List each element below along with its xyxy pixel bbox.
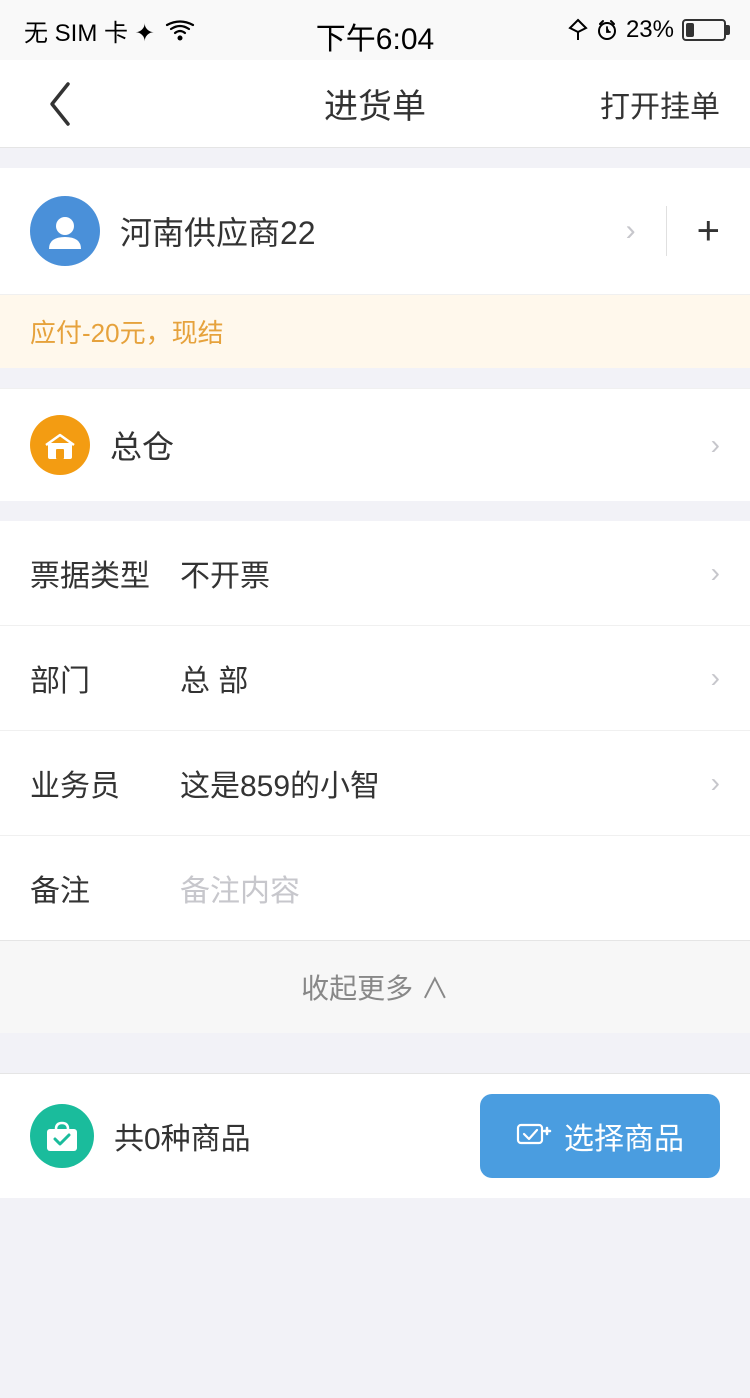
- collapse-bar[interactable]: 收起更多 ∧: [0, 940, 750, 1033]
- select-product-button[interactable]: 选择商品: [480, 1094, 720, 1178]
- nav-title: 进货单: [324, 79, 426, 128]
- supplier-row[interactable]: 河南供应商22 › +: [0, 168, 750, 295]
- supplier-avatar: [30, 196, 100, 266]
- status-right: 23%: [568, 16, 726, 44]
- dept-chevron-icon: ›: [711, 662, 720, 694]
- invoice-chevron-icon: ›: [711, 557, 720, 589]
- invoice-row[interactable]: 票据类型 不开票 ›: [0, 521, 750, 626]
- status-left: 无 SIM 卡 ✦: [24, 13, 195, 48]
- sim-label: 无 SIM 卡 ✦: [24, 13, 155, 48]
- add-supplier-button[interactable]: +: [697, 209, 720, 254]
- product-icon: [30, 1104, 94, 1168]
- section-gap-1: [0, 148, 750, 168]
- battery-indicator: [682, 19, 726, 41]
- warehouse-section: 总仓 ›: [0, 388, 750, 501]
- alarm-icon: [596, 19, 618, 41]
- section-gap-3: [0, 1033, 750, 1053]
- supplier-section: 河南供应商22 › + 应付-20元，现结: [0, 168, 750, 368]
- collapse-label: 收起更多 ∧: [301, 973, 449, 1004]
- invoice-value: 不开票: [160, 551, 701, 595]
- wifi-icon: [165, 19, 195, 41]
- invoice-label: 票据类型: [30, 551, 160, 595]
- warehouse-chevron-icon: ›: [711, 429, 720, 461]
- sales-chevron-icon: ›: [711, 767, 720, 799]
- supplier-name: 河南供应商22: [120, 208, 626, 254]
- open-pending-button[interactable]: 打开挂单: [600, 82, 720, 126]
- select-product-label: 选择商品: [564, 1114, 684, 1158]
- section-gap-2: [0, 368, 750, 388]
- status-time: 下午6:04: [316, 14, 434, 58]
- warehouse-icon: [30, 415, 90, 475]
- back-button[interactable]: [30, 74, 90, 134]
- battery-percent: 23%: [626, 16, 674, 44]
- status-bar: 无 SIM 卡 ✦ 下午6:04 23%: [0, 0, 750, 60]
- select-product-icon: [516, 1121, 552, 1151]
- supplier-chevron-icon: ›: [626, 214, 636, 248]
- supplier-divider: [666, 206, 667, 256]
- warehouse-name: 总仓: [110, 422, 711, 468]
- sales-row[interactable]: 业务员 这是859的小智 ›: [0, 731, 750, 836]
- page-background: [0, 1198, 750, 1398]
- remark-input[interactable]: 备注内容: [160, 866, 720, 910]
- dept-row[interactable]: 部门 总 部 ›: [0, 626, 750, 731]
- location-icon: [568, 18, 588, 42]
- product-count-label: 共0种商品: [114, 1114, 480, 1158]
- bottom-bar: 共0种商品 选择商品: [0, 1073, 750, 1198]
- warehouse-row[interactable]: 总仓 ›: [0, 388, 750, 501]
- nav-bar: 进货单 打开挂单: [0, 60, 750, 148]
- dept-label: 部门: [30, 656, 160, 700]
- form-section: 票据类型 不开票 › 部门 总 部 › 业务员 这是859的小智 › 备注 备注…: [0, 521, 750, 940]
- remark-row[interactable]: 备注 备注内容: [0, 836, 750, 940]
- notice-bar: 应付-20元，现结: [0, 295, 750, 368]
- remark-label: 备注: [30, 866, 160, 910]
- notice-text: 应付-20元，现结: [30, 318, 224, 348]
- sales-label: 业务员: [30, 761, 160, 805]
- dept-value: 总 部: [160, 656, 701, 700]
- sales-value: 这是859的小智: [160, 761, 701, 805]
